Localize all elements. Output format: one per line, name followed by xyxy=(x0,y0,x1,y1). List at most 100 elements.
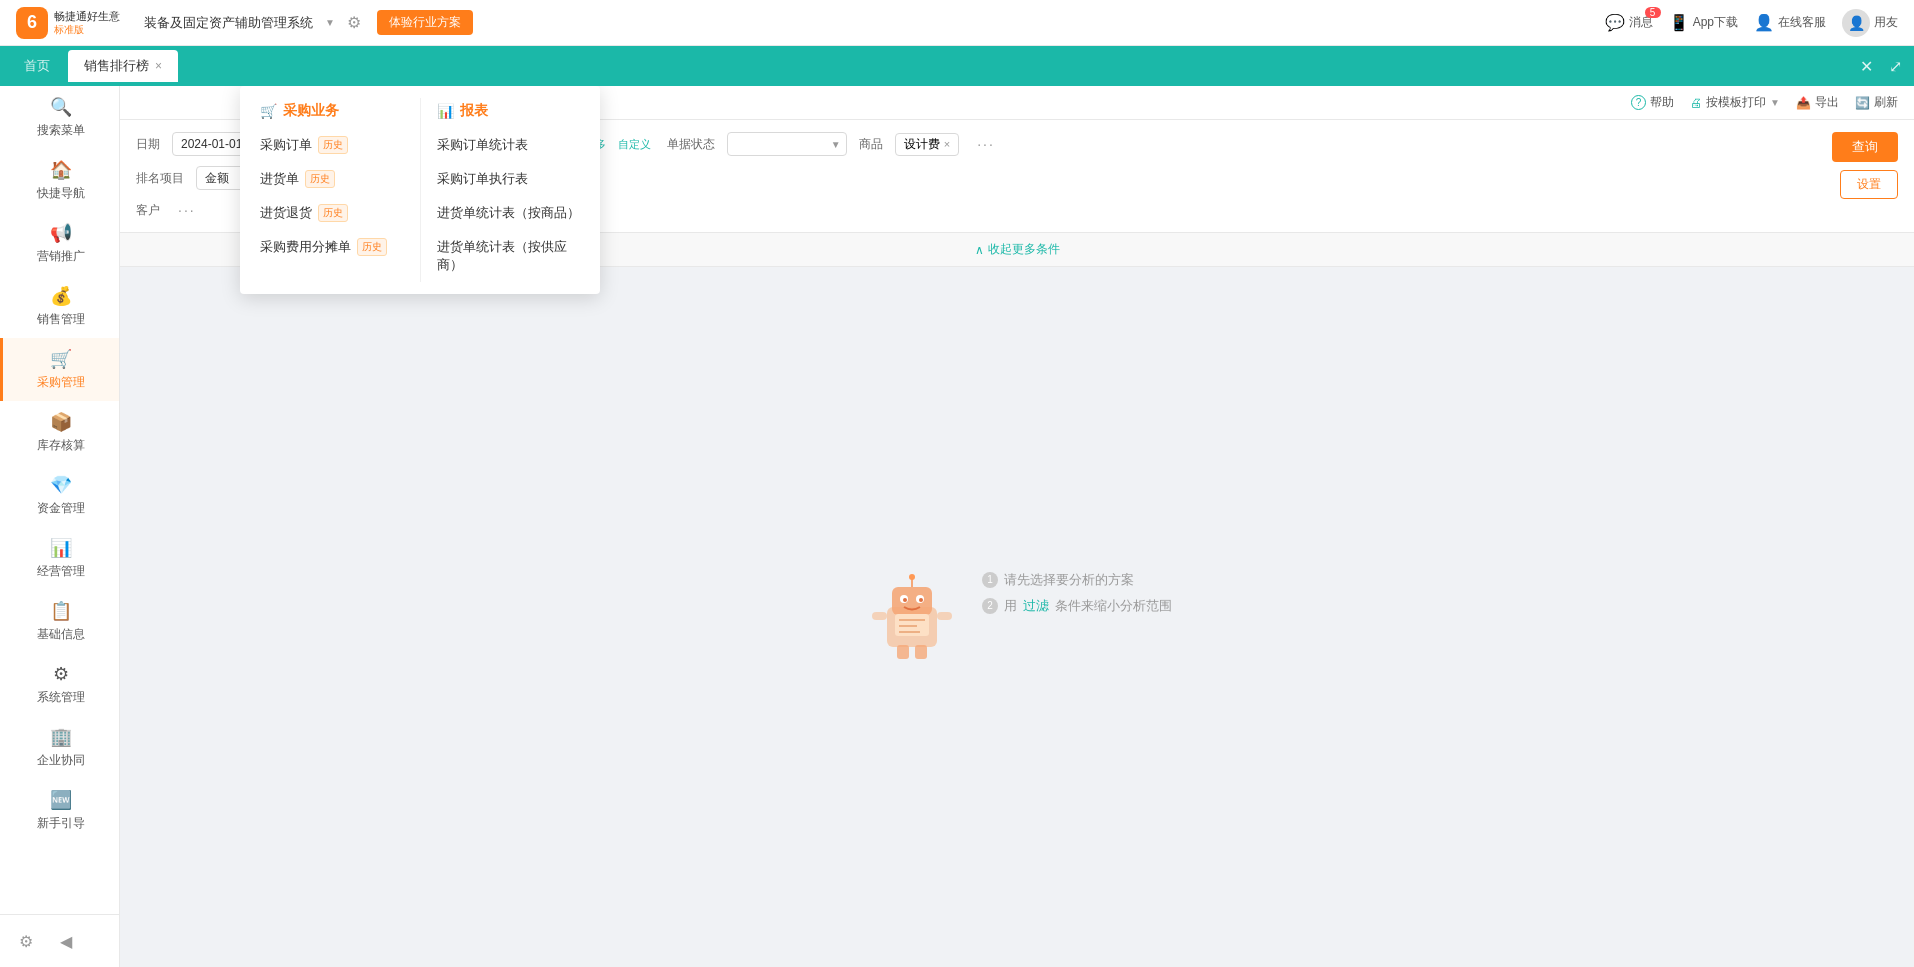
top-header: 6 畅捷通好生意 标准版 装备及固定资产辅助管理系统 ▼ ⚙ 体验行业方案 💬 … xyxy=(0,0,1914,46)
app-download-action[interactable]: 📱 App下载 xyxy=(1669,13,1738,32)
sidebar-item-search[interactable]: 🔍 搜索菜单 xyxy=(0,86,119,149)
header-middle: 装备及固定资产辅助管理系统 ▼ ⚙ 体验行业方案 xyxy=(136,10,1605,35)
dropdown-item-expense[interactable]: 采购费用分摊单 历史 xyxy=(252,230,412,264)
export-action[interactable]: 📤 导出 xyxy=(1796,94,1839,111)
help-circle-icon: ? xyxy=(1631,95,1646,110)
refresh-label: 刷新 xyxy=(1874,94,1898,111)
tab-fullscreen-icon[interactable]: ⤢ xyxy=(1885,53,1906,80)
sidebar-item-quick-nav[interactable]: 🏠 快捷导航 xyxy=(0,149,119,212)
sidebar-item-purchase[interactable]: 🛒 采购管理 xyxy=(0,338,119,401)
template-print-label: 按模板打印 xyxy=(1706,94,1766,111)
collapse-btn[interactable]: ∧ 收起更多条件 xyxy=(975,241,1060,258)
dropdown-item-purchase-order[interactable]: 采购订单 历史 xyxy=(252,128,412,162)
date-label: 日期 xyxy=(136,136,160,153)
set-btn[interactable]: 设置 xyxy=(1840,170,1898,199)
sidebar-search-label: 搜索菜单 xyxy=(37,122,85,139)
sidebar-item-enterprise[interactable]: 🏢 企业协同 xyxy=(0,716,119,779)
sidebar-basic-label: 基础信息 xyxy=(37,626,85,643)
export-icon: 📤 xyxy=(1796,96,1811,110)
help-label: 帮助 xyxy=(1650,94,1674,111)
svg-rect-1 xyxy=(892,587,932,615)
sidebar-quick-nav-label: 快捷导航 xyxy=(37,185,85,202)
incoming-label: 进货单 xyxy=(260,170,299,188)
tab-bar: 首页 销售排行榜 × ✕ ⤢ xyxy=(0,46,1914,86)
sidebar-item-finance[interactable]: 💎 资金管理 xyxy=(0,464,119,527)
sidebar-item-sales[interactable]: 💰 销售管理 xyxy=(0,275,119,338)
dropdown-item-order-exec[interactable]: 采购订单执行表 xyxy=(429,162,589,196)
sidebar-item-inventory[interactable]: 📦 库存核算 xyxy=(0,401,119,464)
inventory-icon: 📦 xyxy=(50,411,72,433)
hint-text-1: 请先选择要分析的方案 xyxy=(1004,567,1134,593)
logo-text: 畅捷通好生意 标准版 xyxy=(54,9,120,36)
svg-rect-11 xyxy=(915,645,927,659)
sidebar-item-guide[interactable]: 🆕 新手引导 xyxy=(0,779,119,842)
svg-point-5 xyxy=(919,598,923,602)
sidebar-item-marketing[interactable]: 📢 营销推广 xyxy=(0,212,119,275)
logo-icon: 6 xyxy=(16,7,48,39)
sidebar-collapse-btn[interactable]: ◀ xyxy=(50,925,82,957)
tab-home[interactable]: 首页 xyxy=(8,50,66,82)
collapse-label: 收起更多条件 xyxy=(988,241,1060,258)
sidebar-settings-btn[interactable]: ⚙ xyxy=(10,925,42,957)
tab-close-icon[interactable]: × xyxy=(155,59,162,73)
hint-filter-link[interactable]: 过滤 xyxy=(1023,593,1049,619)
history-tag-2: 历史 xyxy=(318,204,348,222)
goods-tag-text: 设计费 xyxy=(904,136,940,153)
dropdown-item-incoming-stats-supplier[interactable]: 进货单统计表（按供应商） xyxy=(429,230,589,282)
message-action[interactable]: 💬 消息 5 xyxy=(1605,13,1653,32)
print-dropdown-arrow[interactable]: ▼ xyxy=(1770,97,1780,108)
dropdown-item-return[interactable]: 进货退货 历史 xyxy=(252,196,412,230)
sidebar-item-system[interactable]: ⚙ 系统管理 xyxy=(0,653,119,716)
user-label: 用友 xyxy=(1874,14,1898,31)
sidebar-bottom: ⚙ ◀ xyxy=(0,914,119,967)
tab-close-all[interactable]: ✕ xyxy=(1856,53,1877,80)
sidebar-enterprise-label: 企业协同 xyxy=(37,752,85,769)
finance-icon: 💎 xyxy=(50,474,72,496)
hint-text-2-prefix: 用 xyxy=(1004,593,1017,619)
query-btn[interactable]: 查询 xyxy=(1832,132,1898,162)
purchase-col: 🛒 采购业务 采购订单 历史 进货单 历史 进货退货 历史 xyxy=(252,98,412,282)
avatar: 👤 xyxy=(1842,9,1870,37)
history-tag-3: 历史 xyxy=(357,238,387,256)
message-icon: 💬 xyxy=(1605,13,1625,32)
report-col-header: 📊 报表 xyxy=(429,98,589,128)
sidebar-item-basic[interactable]: 📋 基础信息 xyxy=(0,590,119,653)
row3-ellipsis[interactable]: ··· xyxy=(172,200,202,220)
logo-area: 6 畅捷通好生意 标准版 xyxy=(16,7,136,39)
sidebar-item-operations[interactable]: 📊 经营管理 xyxy=(0,527,119,590)
refresh-action[interactable]: 🔄 刷新 xyxy=(1855,94,1898,111)
rank-label: 排名项目 xyxy=(136,170,184,187)
svg-point-7 xyxy=(909,574,915,580)
service-label: 在线客服 xyxy=(1778,14,1826,31)
shortcut-custom[interactable]: 自定义 xyxy=(614,135,655,154)
dropdown-item-incoming-stats-goods[interactable]: 进货单统计表（按商品） xyxy=(429,196,589,230)
hint-num-1: 1 xyxy=(982,572,998,588)
system-dropdown-arrow[interactable]: ▼ xyxy=(325,17,335,28)
hint-num-2: 2 xyxy=(982,598,998,614)
incoming-stats-supplier-label: 进货单统计表（按供应商） xyxy=(437,238,581,274)
purchase-col-icon: 🛒 xyxy=(260,103,277,119)
return-label: 进货退货 xyxy=(260,204,312,222)
sidebar-guide-label: 新手引导 xyxy=(37,815,85,832)
industry-btn[interactable]: 体验行业方案 xyxy=(377,10,473,35)
row1-ellipsis[interactable]: ··· xyxy=(971,134,1001,154)
tab-sales-rank[interactable]: 销售排行榜 × xyxy=(68,50,178,82)
settings-icon[interactable]: ⚙ xyxy=(347,13,361,32)
dropdown-cols: 🛒 采购业务 采购订单 历史 进货单 历史 进货退货 历史 xyxy=(240,98,600,282)
online-service-action[interactable]: 👤 在线客服 xyxy=(1754,13,1826,32)
sidebar-sales-label: 销售管理 xyxy=(37,311,85,328)
report-col: 📊 报表 采购订单统计表 采购订单执行表 进货单统计表（按商品） 进货单统计表（… xyxy=(429,98,589,282)
report-col-icon: 📊 xyxy=(437,103,454,119)
help-action[interactable]: ? 帮助 xyxy=(1631,94,1674,111)
user-action[interactable]: 👤 用友 xyxy=(1842,9,1898,37)
system-title: 装备及固定资产辅助管理系统 xyxy=(144,14,313,32)
history-tag-0: 历史 xyxy=(318,136,348,154)
voucher-status-select[interactable] xyxy=(727,132,847,156)
dropdown-item-order-stats[interactable]: 采购订单统计表 xyxy=(429,128,589,162)
sidebar-inventory-label: 库存核算 xyxy=(37,437,85,454)
enterprise-icon: 🏢 xyxy=(50,726,72,748)
goods-tag-close[interactable]: × xyxy=(944,138,950,150)
print-icon: 🖨 xyxy=(1690,96,1702,110)
dropdown-item-incoming[interactable]: 进货单 历史 xyxy=(252,162,412,196)
template-print-action[interactable]: 🖨 按模板打印 ▼ xyxy=(1690,94,1780,111)
